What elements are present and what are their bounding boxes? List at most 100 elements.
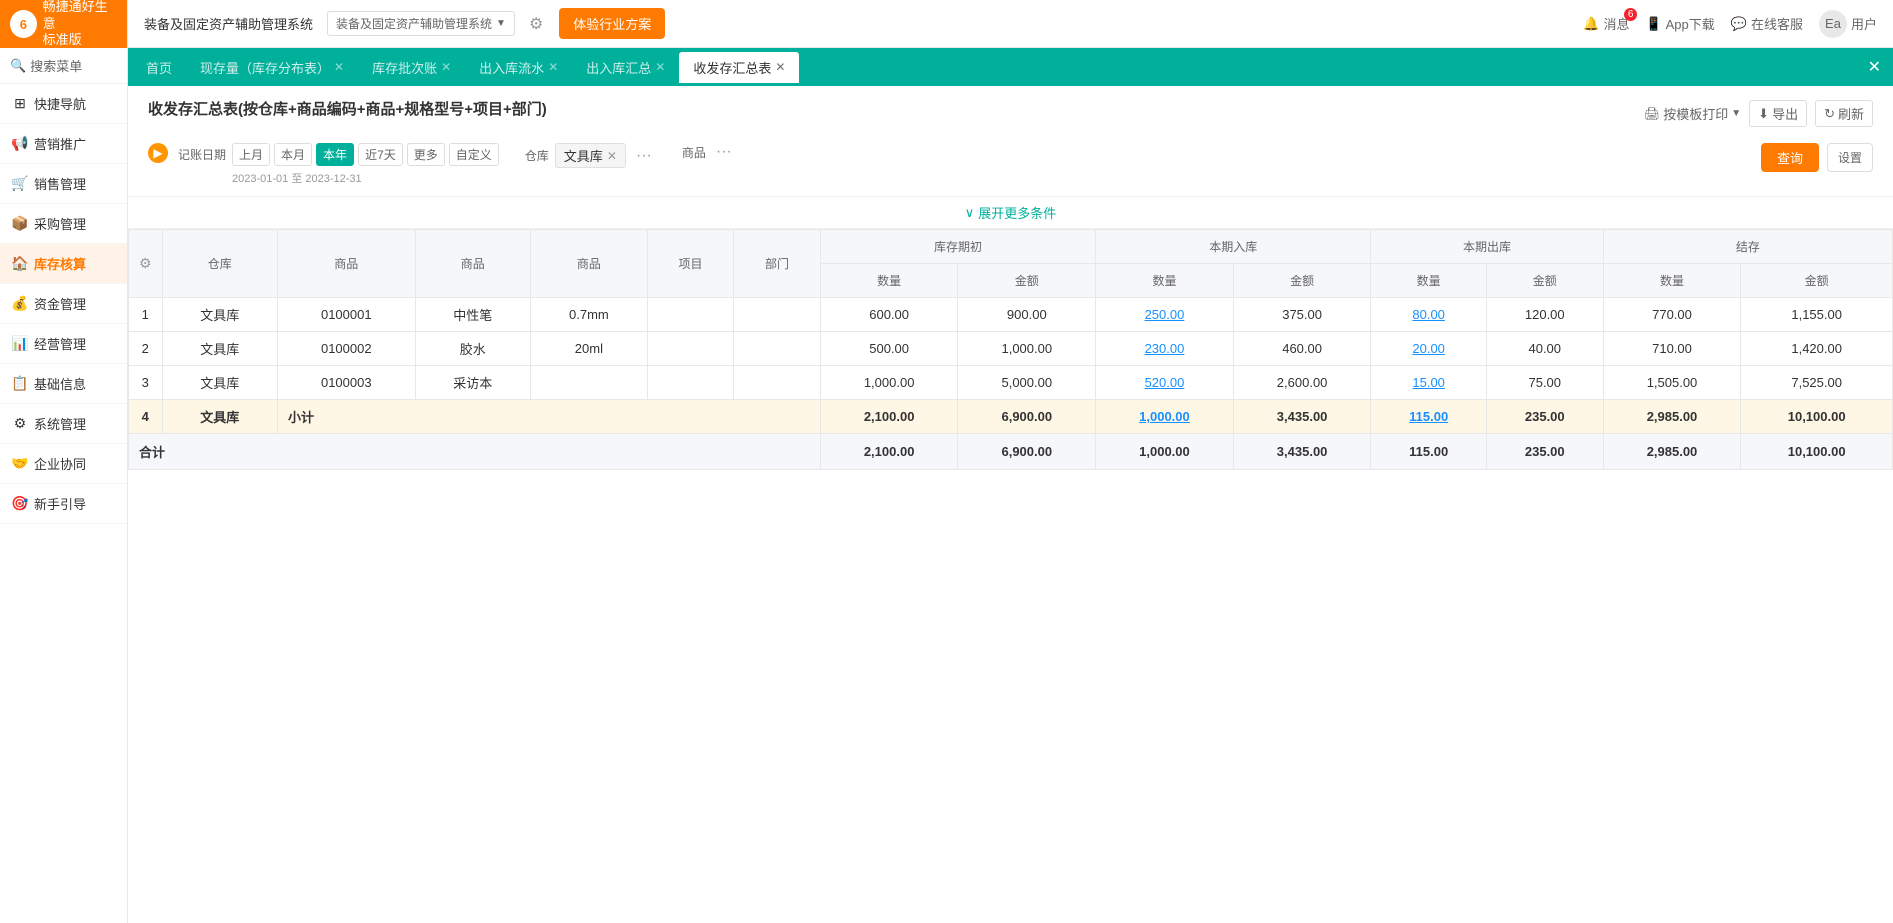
expand-conditions-btn[interactable]: ∨ 展开更多条件 — [965, 203, 1057, 222]
online-service-action[interactable]: 💬 在线客服 — [1731, 14, 1803, 33]
sidebar-item-operations[interactable]: 📊 经营管理 — [0, 324, 127, 364]
print-icon: 🖨 — [1644, 106, 1661, 122]
tab-home[interactable]: 首页 — [132, 52, 186, 83]
th-warehouse: 仓库 — [162, 230, 277, 298]
right-actions: 🖨 按模板打印 ▼ ⬇ 导出 ↻ 刷新 — [1644, 100, 1873, 127]
subtotal-no: 4 — [129, 400, 163, 434]
cell-out-qty[interactable]: 20.00 — [1371, 332, 1486, 366]
tab-in-out-summary[interactable]: 出入库汇总 ✕ — [572, 52, 679, 83]
tab-close-in-out-flow[interactable]: ✕ — [548, 60, 558, 74]
sidebar-item-sales[interactable]: 🛒 销售管理 — [0, 164, 127, 204]
sidebar-item-base-info[interactable]: 📋 基础信息 — [0, 364, 127, 404]
tab-in-out-flow[interactable]: 出入库流水 ✕ — [465, 52, 572, 83]
bell-icon: 🔔 — [1583, 16, 1599, 32]
trial-btn[interactable]: 体验行业方案 — [559, 8, 665, 39]
th-in-qty: 数量 — [1096, 264, 1234, 298]
export-btn[interactable]: ⬇ 导出 — [1749, 100, 1807, 127]
settings-btn[interactable]: 设置 — [1827, 143, 1873, 172]
tab-close-inventory-dist[interactable]: ✕ — [334, 60, 344, 74]
tab-recv-ship-summary[interactable]: 收发存汇总表 ✕ — [679, 52, 799, 83]
table-row: 2 文具库 0100002 胶水 20ml 500.00 1,000.00 23… — [129, 332, 1893, 366]
app-download-action[interactable]: 📱 App下载 — [1645, 14, 1714, 33]
cell-open-amt: 5,000.00 — [958, 366, 1096, 400]
cell-code: 0100003 — [277, 366, 415, 400]
expand-conditions-row: ∨ 展开更多条件 — [128, 197, 1893, 229]
cell-in-qty[interactable]: 250.00 — [1096, 298, 1234, 332]
cell-spec: 20ml — [531, 332, 648, 366]
sidebar-item-inventory[interactable]: 🏠 库存核算 — [0, 244, 127, 284]
cell-bal-qty: 710.00 — [1603, 332, 1741, 366]
tab-bar: 首页 现存量（库存分布表） ✕ 库存批次账 ✕ 出入库流水 ✕ 出入库汇总 ✕ … — [128, 48, 1893, 86]
date-btn-7days[interactable]: 近7天 — [358, 143, 403, 166]
subtotal-open-amt: 6,900.00 — [958, 400, 1096, 434]
date-btn-custom[interactable]: 自定义 — [449, 143, 499, 166]
notifications-action[interactable]: 🔔 消息 6 — [1583, 14, 1629, 33]
date-btn-prev-month[interactable]: 上月 — [232, 143, 270, 166]
subtotal-out-qty[interactable]: 115.00 — [1371, 400, 1486, 434]
cell-spec: 0.7mm — [531, 298, 648, 332]
print-btn[interactable]: 🖨 按模板打印 ▼ — [1644, 104, 1741, 123]
sidebar-item-finance[interactable]: 💰 资金管理 — [0, 284, 127, 324]
th-goods: 商品 — [415, 230, 530, 298]
total-in-qty: 1,000.00 — [1096, 434, 1234, 470]
table-header-group: ⚙ 仓库 商品 商品 商品 项目 部门 库存期初 本期入库 本期出库 结存 — [129, 230, 1893, 264]
tab-close-in-out-summary[interactable]: ✕ — [655, 60, 665, 74]
cell-in-qty[interactable]: 520.00 — [1096, 366, 1234, 400]
subtotal-row: 4 文具库 小计 2,100.00 6,900.00 1,000.00 3,43… — [129, 400, 1893, 434]
th-out-amt: 金额 — [1486, 264, 1603, 298]
chevron-down-icon: ▼ — [496, 18, 506, 29]
cell-out-qty[interactable]: 15.00 — [1371, 366, 1486, 400]
sidebar-item-system[interactable]: ⚙ 系统管理 — [0, 404, 127, 444]
total-open-qty: 2,100.00 — [820, 434, 958, 470]
sidebar-item-marketing[interactable]: 📢 营销推广 — [0, 124, 127, 164]
tab-inventory-dist[interactable]: 现存量（库存分布表） ✕ — [186, 52, 358, 83]
th-spec: 商品 — [531, 230, 648, 298]
warehouse-filter-tag[interactable]: 文具库 ✕ — [555, 143, 626, 168]
cell-open-qty: 1,000.00 — [820, 366, 958, 400]
tab-batch[interactable]: 库存批次账 ✕ — [358, 52, 465, 83]
warehouse-filter-label: 仓库 — [525, 147, 549, 164]
tab-bar-close-btn[interactable]: ✕ — [1860, 57, 1889, 77]
purchase-icon: 📦 — [12, 216, 28, 232]
search-menu[interactable]: 🔍 搜索菜单 — [0, 48, 127, 84]
newbie-icon: 🎯 — [12, 496, 28, 512]
gear-settings-icon[interactable]: ⚙ — [529, 14, 543, 34]
query-btn[interactable]: 查询 — [1761, 143, 1819, 172]
subtotal-label: 小计 — [277, 400, 820, 434]
date-btn-this-year[interactable]: 本年 — [316, 143, 354, 166]
date-btn-this-month[interactable]: 本月 — [274, 143, 312, 166]
subtotal-bal-qty: 2,985.00 — [1603, 400, 1741, 434]
subtotal-bal-amt: 10,100.00 — [1741, 400, 1893, 434]
user-action[interactable]: Ea 用户 — [1819, 10, 1877, 38]
sidebar-item-corp-collab[interactable]: 🤝 企业协同 — [0, 444, 127, 484]
goods-filter-more[interactable]: ··· — [712, 143, 736, 161]
refresh-btn[interactable]: ↻ 刷新 — [1815, 100, 1873, 127]
cell-spec — [531, 366, 648, 400]
tab-close-batch[interactable]: ✕ — [441, 60, 451, 74]
header-selector[interactable]: 装备及固定资产辅助管理系统 ▼ — [327, 11, 515, 36]
cell-out-qty[interactable]: 80.00 — [1371, 298, 1486, 332]
th-out-qty: 数量 — [1371, 264, 1486, 298]
cell-project — [647, 366, 734, 400]
sidebar-item-purchase[interactable]: 📦 采购管理 — [0, 204, 127, 244]
page-title: 收发存汇总表(按仓库+商品编码+商品+规格型号+项目+部门) — [148, 98, 547, 119]
tab-close-recv-ship-summary[interactable]: ✕ — [775, 60, 785, 74]
warehouse-filter-more[interactable]: ··· — [632, 147, 656, 165]
base-info-icon: 📋 — [12, 376, 28, 392]
th-code: 商品 — [277, 230, 415, 298]
cell-in-qty[interactable]: 230.00 — [1096, 332, 1234, 366]
cell-bal-amt: 7,525.00 — [1741, 366, 1893, 400]
subtotal-warehouse: 文具库 — [162, 400, 277, 434]
table-gear-icon[interactable]: ⚙ — [139, 255, 152, 271]
table-body: 1 文具库 0100001 中性笔 0.7mm 600.00 900.00 25… — [129, 298, 1893, 434]
th-settings[interactable]: ⚙ — [129, 230, 163, 298]
subtotal-in-qty[interactable]: 1,000.00 — [1096, 400, 1234, 434]
sidebar-item-quick-nav[interactable]: ⊞ 快捷导航 — [0, 84, 127, 124]
total-bal-amt: 10,100.00 — [1741, 434, 1893, 470]
date-btn-more[interactable]: 更多 — [407, 143, 445, 166]
sidebar-item-newbie[interactable]: 🎯 新手引导 — [0, 484, 127, 524]
notification-badge: 6 — [1624, 8, 1638, 21]
warehouse-tag-close[interactable]: ✕ — [607, 149, 617, 163]
cell-project — [647, 298, 734, 332]
filter-toggle-arrow[interactable]: ▶ — [148, 143, 168, 163]
